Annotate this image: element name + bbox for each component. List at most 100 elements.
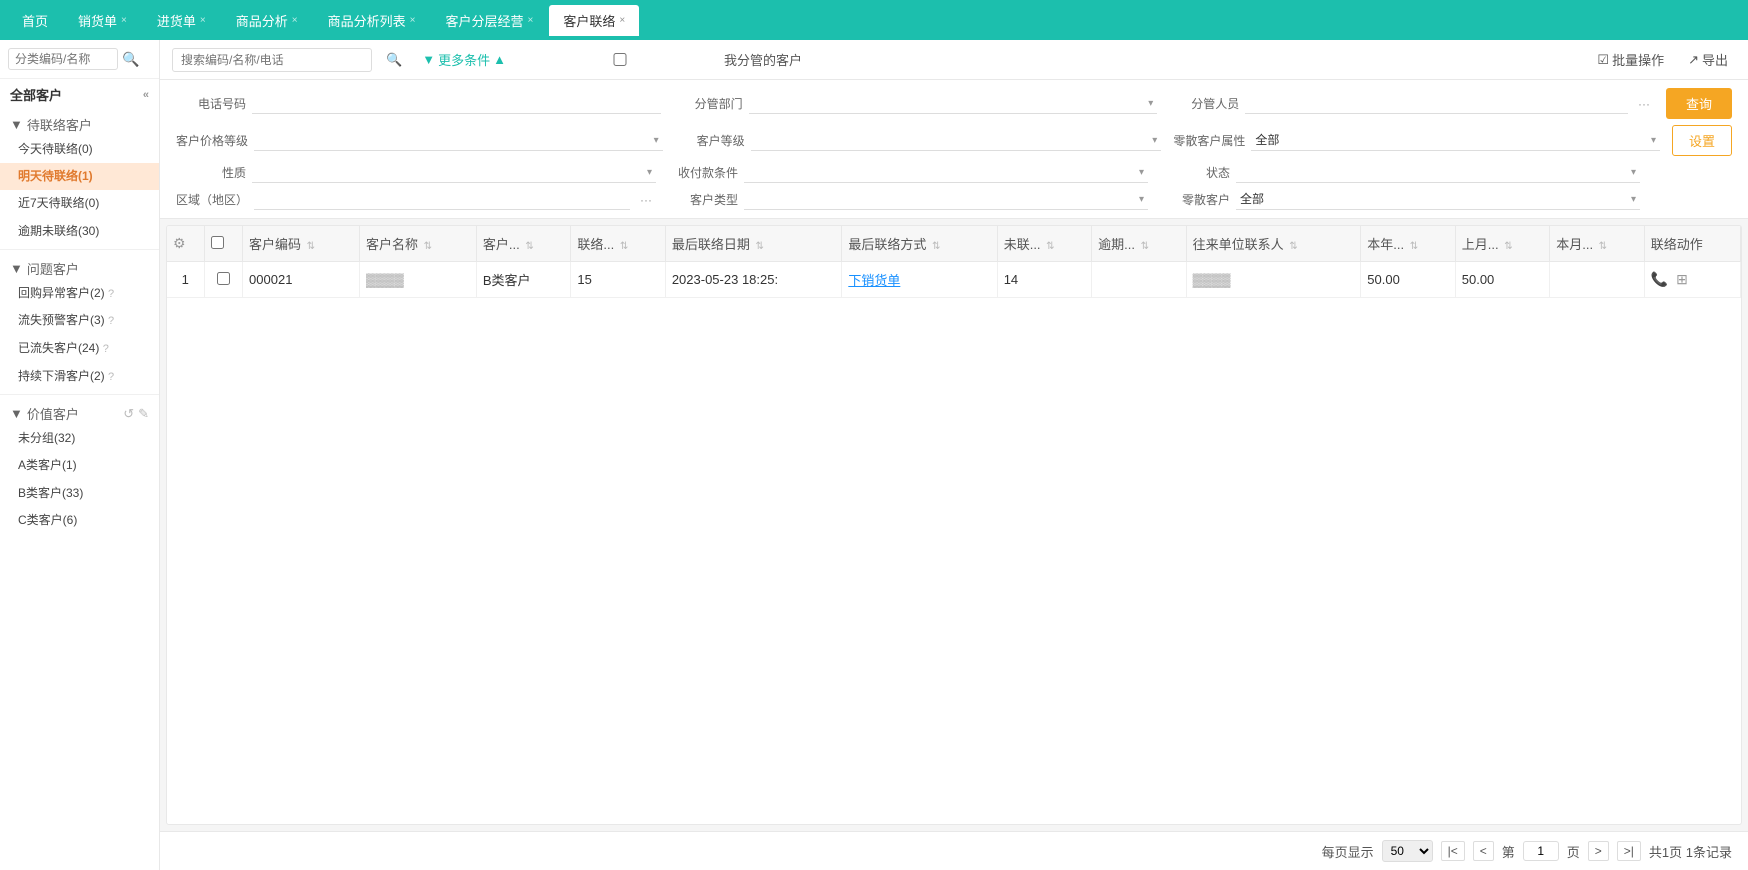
content-area: 🔍 ▼ 更多条件 ▲ 我分管的客户 ☑ 批量操作 ↗ 导出 xyxy=(160,40,1748,870)
page-suffix: 页 xyxy=(1567,842,1580,861)
sort-icon: ⇅ xyxy=(307,241,315,252)
export-button[interactable]: ↗ 导出 xyxy=(1680,46,1736,73)
select-all-checkbox[interactable] xyxy=(211,236,224,249)
query-button[interactable]: 查询 xyxy=(1666,88,1732,119)
retail-attr-select[interactable]: 全部 xyxy=(1251,130,1660,151)
td-checkbox xyxy=(204,262,242,298)
td-last-date: 2023-05-23 18:25: xyxy=(665,262,841,298)
phone-action-icon[interactable]: 📞 xyxy=(1651,271,1668,288)
person-input[interactable] xyxy=(1245,93,1628,114)
sidebar-item-a[interactable]: A类客户(1) xyxy=(0,452,159,479)
sidebar-item-declining[interactable]: 持续下滑客户(2) ? xyxy=(0,363,159,391)
batch-op-button[interactable]: ☑ 批量操作 xyxy=(1589,46,1672,73)
nature-select[interactable] xyxy=(252,162,656,183)
th-uncontact: 未联... ⇅ xyxy=(997,226,1091,262)
td-index: 1 xyxy=(167,262,204,298)
sidebar-item-warn[interactable]: 流失预警客户(3) ? xyxy=(0,307,159,335)
payment-select[interactable] xyxy=(744,162,1148,183)
my-customers-checkbox-label[interactable]: 我分管的客户 xyxy=(520,50,802,69)
grid-action-icon[interactable]: ⊞ xyxy=(1676,271,1688,288)
close-icon[interactable]: × xyxy=(121,15,127,26)
page-number-input[interactable] xyxy=(1523,841,1559,861)
td-overdue xyxy=(1092,262,1186,298)
sidebar-item-tomorrow[interactable]: 明天待联络(1) xyxy=(0,163,159,190)
nav-home[interactable]: 首页 xyxy=(8,5,62,36)
settings-icon[interactable]: ⚙ xyxy=(173,235,186,251)
table-row: 1 000021 ▓▓▓▓ B类客户 15 2023-05-23 18:25: … xyxy=(167,262,1741,298)
close-icon[interactable]: × xyxy=(410,15,416,26)
sidebar-search-bar: 🔍 xyxy=(0,40,159,79)
price-level-select[interactable] xyxy=(254,130,663,151)
per-page-select[interactable]: 50 10 20 100 xyxy=(1382,840,1433,862)
status-label: 状态 xyxy=(1160,164,1230,181)
sidebar: 🔍 全部客户 « ▼ 待联络客户 今天待联络(0) 明天待联络(1) 近7天待联… xyxy=(0,40,160,870)
sort-icon: ⇅ xyxy=(620,241,628,252)
nav-item-analysis-list[interactable]: 商品分析列表 × xyxy=(314,5,430,36)
my-customers-checkbox[interactable] xyxy=(520,53,720,66)
dept-select-wrapper xyxy=(749,93,1158,114)
th-last-month: 上月... ⇅ xyxy=(1455,226,1549,262)
cust-level-select[interactable] xyxy=(751,130,1162,151)
nav-item-analysis[interactable]: 商品分析 × xyxy=(222,5,312,36)
cust-type-select[interactable] xyxy=(744,189,1148,210)
retail-cust-select[interactable]: 全部 xyxy=(1236,189,1640,210)
region-more-icon[interactable]: ··· xyxy=(636,193,656,207)
refresh-icon[interactable]: ↺ xyxy=(123,406,134,422)
sidebar-item-today[interactable]: 今天待联络(0) xyxy=(0,136,159,163)
sidebar-search-input[interactable] xyxy=(8,48,118,70)
sidebar-item-c[interactable]: C类客户(6) xyxy=(0,507,159,534)
sidebar-group-problem[interactable]: ▼ 问题客户 xyxy=(0,254,159,280)
nav-item-purchase[interactable]: 进货单 × xyxy=(143,5,220,36)
nav-item-customer-contact[interactable]: 客户联络 × xyxy=(549,5,639,36)
th-unit-contact: 往来单位联系人 ⇅ xyxy=(1186,226,1361,262)
sidebar-item-ungrouped[interactable]: 未分组(32) xyxy=(0,425,159,452)
th-overdue: 逾期... ⇅ xyxy=(1092,226,1186,262)
edit-icon[interactable]: ✎ xyxy=(138,406,149,422)
phone-input[interactable] xyxy=(252,93,661,114)
status-select[interactable] xyxy=(1236,162,1640,183)
nav-item-customer-tier[interactable]: 客户分层经营 × xyxy=(431,5,547,36)
td-unit-contact: ▓▓▓▓ xyxy=(1186,262,1361,298)
close-icon[interactable]: × xyxy=(619,15,625,26)
sidebar-item-7days[interactable]: 近7天待联络(0) xyxy=(0,190,159,217)
payment-wrapper xyxy=(744,162,1148,183)
dept-select[interactable] xyxy=(749,93,1158,114)
nav-item-sales[interactable]: 销货单 × xyxy=(64,5,141,36)
sidebar-item-lost[interactable]: 已流失客户(24) ? xyxy=(0,335,159,363)
search-input[interactable] xyxy=(172,48,372,72)
td-this-month xyxy=(1550,262,1644,298)
filter-phone: 电话号码 xyxy=(176,93,661,114)
sidebar-group-pending[interactable]: ▼ 待联络客户 xyxy=(0,110,159,136)
cust-type-wrapper xyxy=(744,189,1148,210)
sidebar-item-overdue[interactable]: 逾期未联络(30) xyxy=(0,218,159,245)
last-method-link[interactable]: 下销货单 xyxy=(848,273,900,288)
close-icon[interactable]: × xyxy=(527,15,533,26)
first-page-button[interactable]: |< xyxy=(1441,841,1465,861)
search-button[interactable]: 🔍 xyxy=(380,48,408,72)
filter-dept: 分管部门 xyxy=(673,93,1158,114)
close-icon[interactable]: × xyxy=(200,15,206,26)
sidebar-item-b[interactable]: B类客户(33) xyxy=(0,480,159,507)
next-page-button[interactable]: > xyxy=(1588,841,1609,861)
sidebar-item-abnormal[interactable]: 回购异常客户(2) ? xyxy=(0,280,159,308)
collapse-icon[interactable]: « xyxy=(143,89,149,101)
close-icon[interactable]: × xyxy=(292,15,298,26)
more-conditions-button[interactable]: ▼ 更多条件 ▲ xyxy=(416,46,512,73)
retail-attr-wrapper: 全部 xyxy=(1251,130,1660,151)
region-input[interactable] xyxy=(254,189,630,210)
last-page-button[interactable]: >| xyxy=(1617,841,1641,861)
reset-button[interactable]: 设置 xyxy=(1672,125,1732,156)
th-contacts: 联络... ⇅ xyxy=(571,226,665,262)
retail-cust-label: 零散客户 xyxy=(1160,191,1230,208)
group-label: 价值客户 xyxy=(27,404,79,423)
sidebar-divider xyxy=(0,249,159,250)
search-icon: 🔍 xyxy=(386,52,402,68)
table-header-row: ⚙ 客户编码 ⇅ 客户名称 ⇅ 客户... ⇅ xyxy=(167,226,1741,262)
prev-page-button[interactable]: < xyxy=(1473,841,1494,861)
row-checkbox[interactable] xyxy=(217,272,230,285)
td-code: 000021 xyxy=(243,262,360,298)
person-more-icon[interactable]: ··· xyxy=(1634,97,1654,111)
sidebar-search-icon[interactable]: 🔍 xyxy=(122,51,139,68)
all-customers-header[interactable]: 全部客户 « xyxy=(0,79,159,110)
sidebar-group-value[interactable]: ▼ 价值客户 ↺ ✎ xyxy=(0,399,159,425)
